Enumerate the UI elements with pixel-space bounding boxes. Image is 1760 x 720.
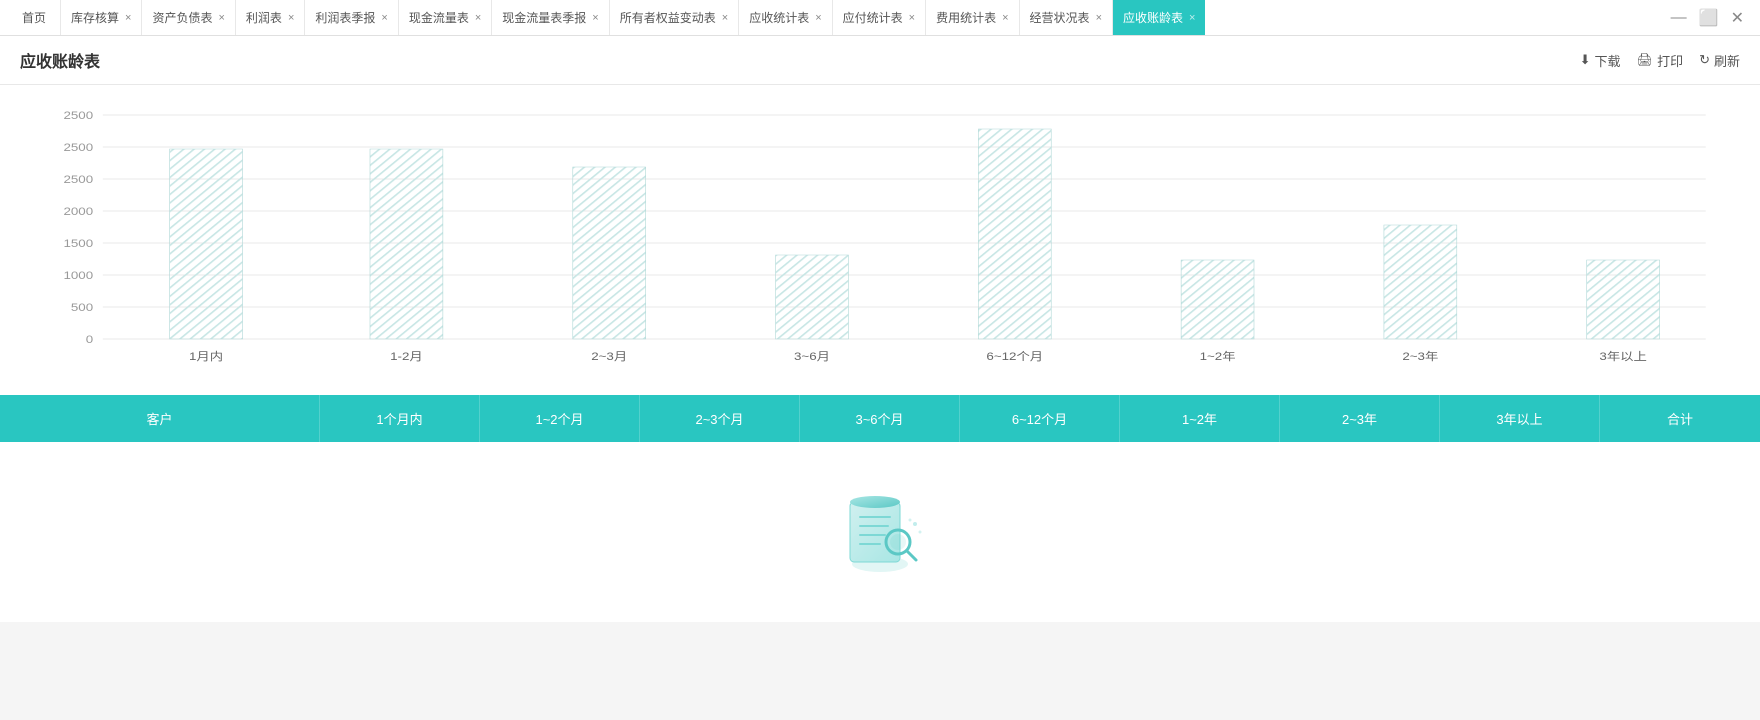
- col-2-3year: 2~3年: [1280, 395, 1440, 442]
- svg-text:2~3年: 2~3年: [1402, 350, 1438, 363]
- tab-payable-stat-close[interactable]: ×: [909, 12, 915, 24]
- print-button[interactable]: 🖨 打印: [1637, 51, 1684, 70]
- tab-operation-label: 经营状况表: [1030, 9, 1090, 26]
- svg-text:1月内: 1月内: [189, 350, 223, 363]
- window-minimize-button[interactable]: —: [1667, 7, 1691, 29]
- tab-expense-stat[interactable]: 费用统计表 ×: [926, 0, 1019, 36]
- tab-expense-stat-close[interactable]: ×: [1002, 12, 1008, 24]
- tab-aging-close[interactable]: ×: [1189, 12, 1195, 24]
- tab-balance-close[interactable]: ×: [218, 12, 224, 24]
- table-header: 客户 1个月内 1~2个月 2~3个月 3~6个月 6~12个月 1~2年 2~…: [0, 395, 1760, 442]
- bar-chart: 2500 2500 2500 2000 1500 1000 500 0: [30, 105, 1730, 385]
- tab-balance-label: 资产负债表: [152, 9, 212, 26]
- tab-profit-label: 利润表: [246, 9, 282, 26]
- page-title: 应收账龄表: [20, 48, 100, 72]
- download-icon: ⬇: [1580, 52, 1591, 68]
- refresh-button[interactable]: ↻ 刷新: [1699, 51, 1740, 70]
- tab-profit-quarter[interactable]: 利润表季报 ×: [305, 0, 398, 36]
- tab-inventory-label: 库存核算: [71, 9, 119, 26]
- tab-cashflow-quarter-label: 现金流量表季报: [502, 9, 586, 26]
- tab-receivable-stat[interactable]: 应收统计表 ×: [739, 0, 832, 36]
- svg-text:2500: 2500: [63, 109, 93, 122]
- tab-receivable-stat-close[interactable]: ×: [815, 12, 821, 24]
- tab-operation-close[interactable]: ×: [1096, 12, 1102, 24]
- tab-cashflow-quarter-close[interactable]: ×: [592, 12, 598, 24]
- main-content: 2500 2500 2500 2000 1500 1000 500 0: [0, 85, 1760, 622]
- tab-cashflow-quarter[interactable]: 现金流量表季报 ×: [492, 0, 609, 36]
- tab-cashflow-label: 现金流量表: [409, 9, 469, 26]
- svg-text:1000: 1000: [63, 269, 93, 282]
- svg-text:1-2月: 1-2月: [390, 350, 423, 363]
- svg-text:6~12个月: 6~12个月: [986, 350, 1043, 363]
- tab-equity[interactable]: 所有者权益变动表 ×: [610, 0, 739, 36]
- col-3year-plus: 3年以上: [1440, 395, 1600, 442]
- empty-state: [0, 442, 1760, 622]
- tab-balance[interactable]: 资产负债表 ×: [142, 0, 235, 36]
- svg-text:2~3月: 2~3月: [591, 350, 627, 363]
- tab-profit[interactable]: 利润表 ×: [236, 0, 305, 36]
- tab-equity-close[interactable]: ×: [722, 12, 728, 24]
- tab-profit-quarter-label: 利润表季报: [315, 9, 375, 26]
- col-1-2year: 1~2年: [1120, 395, 1280, 442]
- download-button[interactable]: ⬇ 下载: [1580, 51, 1621, 70]
- tab-bar: 首页 库存核算 × 资产负债表 × 利润表 × 利润表季报 × 现金流量表 × …: [0, 0, 1760, 36]
- tab-inventory-close[interactable]: ×: [125, 12, 131, 24]
- svg-text:0: 0: [86, 333, 94, 346]
- download-label: 下载: [1595, 51, 1621, 70]
- svg-text:2500: 2500: [63, 141, 93, 154]
- tab-equity-label: 所有者权益变动表: [620, 9, 716, 26]
- window-close-button[interactable]: ✕: [1727, 6, 1748, 30]
- col-customer: 客户: [0, 395, 320, 442]
- tab-aging[interactable]: 应收账龄表 ×: [1113, 0, 1205, 36]
- tab-operation[interactable]: 经营状况表 ×: [1020, 0, 1113, 36]
- page-header: 应收账龄表 ⬇ 下载 🖨 打印 ↻ 刷新: [0, 36, 1760, 85]
- empty-illustration: [830, 482, 930, 582]
- tab-cashflow-close[interactable]: ×: [475, 12, 481, 24]
- tab-aging-label: 应收账龄表: [1123, 9, 1183, 26]
- tab-payable-stat-label: 应付统计表: [843, 9, 903, 26]
- refresh-icon: ↻: [1699, 52, 1710, 68]
- col-3-6month: 3~6个月: [800, 395, 960, 442]
- refresh-label: 刷新: [1714, 51, 1740, 70]
- col-1month: 1个月内: [320, 395, 480, 442]
- col-6-12month: 6~12个月: [960, 395, 1120, 442]
- tab-cashflow[interactable]: 现金流量表 ×: [399, 0, 492, 36]
- tab-home[interactable]: 首页: [8, 0, 61, 36]
- tab-payable-stat[interactable]: 应付统计表 ×: [833, 0, 926, 36]
- svg-text:1~2年: 1~2年: [1200, 350, 1236, 363]
- tab-receivable-stat-label: 应收统计表: [749, 9, 809, 26]
- tab-profit-quarter-close[interactable]: ×: [381, 12, 387, 24]
- col-2-3month: 2~3个月: [640, 395, 800, 442]
- window-maximize-button[interactable]: ⬜: [1695, 6, 1723, 30]
- col-1-2month: 1~2个月: [480, 395, 640, 442]
- tab-inventory[interactable]: 库存核算 ×: [61, 0, 142, 36]
- print-icon: 🖨: [1637, 52, 1654, 68]
- header-actions: ⬇ 下载 🖨 打印 ↻ 刷新: [1580, 51, 1740, 70]
- svg-text:1500: 1500: [63, 237, 93, 250]
- window-actions: — ⬜ ✕: [1667, 6, 1752, 30]
- tab-profit-close[interactable]: ×: [288, 12, 294, 24]
- svg-text:2500: 2500: [63, 173, 93, 186]
- svg-text:500: 500: [71, 301, 93, 314]
- empty-icon: [830, 482, 930, 582]
- svg-text:3年以上: 3年以上: [1599, 350, 1646, 363]
- chart-container: 2500 2500 2500 2000 1500 1000 500 0: [30, 105, 1730, 385]
- svg-text:3~6月: 3~6月: [794, 350, 830, 363]
- chart-area: 2500 2500 2500 2000 1500 1000 500 0: [0, 85, 1760, 395]
- svg-text:2000: 2000: [63, 205, 93, 218]
- col-total: 合计: [1600, 395, 1760, 442]
- print-label: 打印: [1657, 51, 1683, 70]
- tab-expense-stat-label: 费用统计表: [936, 9, 996, 26]
